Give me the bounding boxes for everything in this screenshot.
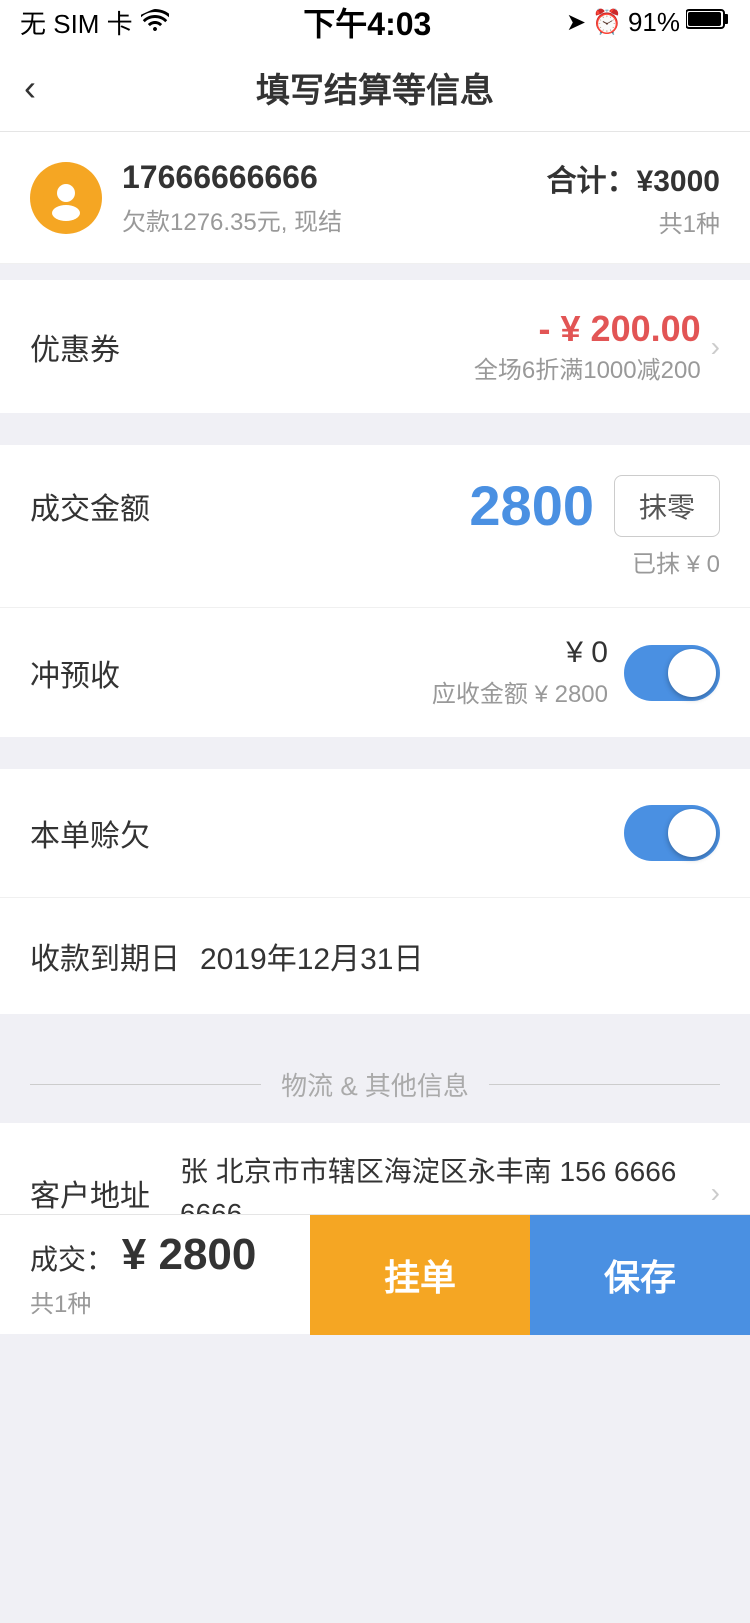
bottom-deal-row: 成交： ¥ 2800 bbox=[30, 1230, 280, 1280]
coupon-right: - ¥ 200.00 全场6折满1000减200 › bbox=[474, 308, 720, 385]
due-date-label: 收款到期日 bbox=[30, 934, 180, 978]
status-time: 下午4:03 bbox=[303, 0, 431, 45]
coupon-desc: 全场6折满1000减200 bbox=[474, 350, 701, 385]
amount-right: 2800 抹零 bbox=[469, 473, 720, 538]
round-button[interactable]: 抹零 bbox=[614, 475, 720, 537]
deposit-toggle[interactable] bbox=[624, 645, 720, 701]
customer-info: 17666666666 欠款1276.35元, 现结 bbox=[122, 159, 342, 237]
status-left: 无 SIM 卡 bbox=[20, 4, 169, 41]
gray-separator-2 bbox=[0, 737, 750, 753]
deposit-amount: ¥ 0 bbox=[432, 636, 608, 670]
alarm-icon: ⏰ bbox=[592, 8, 622, 37]
amount-sub: 已抹 ¥ 0 bbox=[30, 544, 720, 579]
total-amount: 合计：¥3000 bbox=[547, 156, 720, 200]
toggle-thumb bbox=[668, 649, 716, 697]
total-count: 共1种 bbox=[547, 204, 720, 239]
bottom-deal-label: 成交： bbox=[30, 1244, 114, 1275]
address-label: 客户地址 bbox=[30, 1171, 160, 1215]
back-button[interactable]: ‹ bbox=[24, 67, 36, 109]
deal-amount-label: 成交金额 bbox=[30, 484, 150, 528]
save-button[interactable]: 保存 bbox=[530, 1215, 750, 1335]
coupon-text-block: - ¥ 200.00 全场6折满1000减200 bbox=[474, 308, 701, 385]
debt-row: 本单赊欠 bbox=[0, 769, 750, 897]
bottom-bar: 成交： ¥ 2800 共1种 挂单 保存 bbox=[0, 1214, 750, 1334]
deposit-right: ¥ 0 应收金额 ¥ 2800 bbox=[432, 636, 720, 709]
deal-amount-value: 2800 bbox=[469, 473, 594, 538]
battery-text: 91% bbox=[628, 7, 680, 38]
debt-toggle-thumb bbox=[668, 809, 716, 857]
location-icon: ➤ bbox=[566, 8, 586, 37]
wifi-icon bbox=[141, 7, 169, 38]
coupon-row[interactable]: 优惠券 - ¥ 200.00 全场6折满1000减200 › bbox=[0, 280, 750, 413]
logistics-separator: 物流 & 其他信息 bbox=[0, 1046, 750, 1123]
amount-row: 成交金额 2800 抹零 bbox=[30, 473, 720, 538]
coupon-label: 优惠券 bbox=[30, 325, 120, 369]
no-sim-text: 无 SIM 卡 bbox=[20, 4, 133, 41]
customer-left: 17666666666 欠款1276.35元, 现结 bbox=[30, 159, 342, 237]
status-bar: 无 SIM 卡 下午4:03 ➤ ⏰ 91% bbox=[0, 0, 750, 44]
deposit-row: 冲预收 ¥ 0 应收金额 ¥ 2800 bbox=[0, 607, 750, 737]
bottom-left: 成交： ¥ 2800 共1种 bbox=[0, 1230, 310, 1319]
gray-separator-3 bbox=[0, 1014, 750, 1030]
bottom-count: 共1种 bbox=[30, 1284, 280, 1319]
customer-row: 17666666666 欠款1276.35元, 现结 合计：¥3000 共1种 bbox=[0, 132, 750, 264]
status-right: ➤ ⏰ 91% bbox=[566, 7, 730, 38]
deposit-label: 冲预收 bbox=[30, 651, 120, 695]
amount-section: 成交金额 2800 抹零 已抹 ¥ 0 bbox=[0, 445, 750, 607]
content-area: 17666666666 欠款1276.35元, 现结 合计：¥3000 共1种 … bbox=[0, 132, 750, 1623]
nav-bar: ‹ 填写结算等信息 bbox=[0, 44, 750, 132]
deposit-receivable: 应收金额 ¥ 2800 bbox=[432, 674, 608, 709]
avatar bbox=[30, 162, 102, 234]
deposit-values: ¥ 0 应收金额 ¥ 2800 bbox=[432, 636, 608, 709]
logistics-line-right bbox=[489, 1084, 720, 1085]
customer-phone: 17666666666 bbox=[122, 159, 342, 196]
customer-debt: 欠款1276.35元, 现结 bbox=[122, 202, 342, 237]
gray-separator-1 bbox=[0, 429, 750, 445]
bottom-deal-amount: ¥ 2800 bbox=[122, 1230, 257, 1279]
coupon-amount: - ¥ 200.00 bbox=[474, 308, 701, 350]
hang-button[interactable]: 挂单 bbox=[310, 1215, 530, 1335]
logistics-line-left bbox=[30, 1084, 261, 1085]
address-chevron-icon: › bbox=[711, 1177, 720, 1209]
chevron-right-icon: › bbox=[711, 331, 720, 363]
due-date-value: 2019年12月31日 bbox=[200, 934, 423, 978]
customer-section: 17666666666 欠款1276.35元, 现结 合计：¥3000 共1种 bbox=[0, 132, 750, 264]
customer-right: 合计：¥3000 共1种 bbox=[547, 156, 720, 239]
debt-toggle[interactable] bbox=[624, 805, 720, 861]
battery-icon bbox=[686, 8, 730, 37]
logistics-label: 物流 & 其他信息 bbox=[281, 1066, 469, 1103]
debt-label: 本单赊欠 bbox=[30, 811, 150, 855]
date-row: 收款到期日 2019年12月31日 bbox=[0, 897, 750, 1014]
page-title: 填写结算等信息 bbox=[256, 63, 494, 112]
